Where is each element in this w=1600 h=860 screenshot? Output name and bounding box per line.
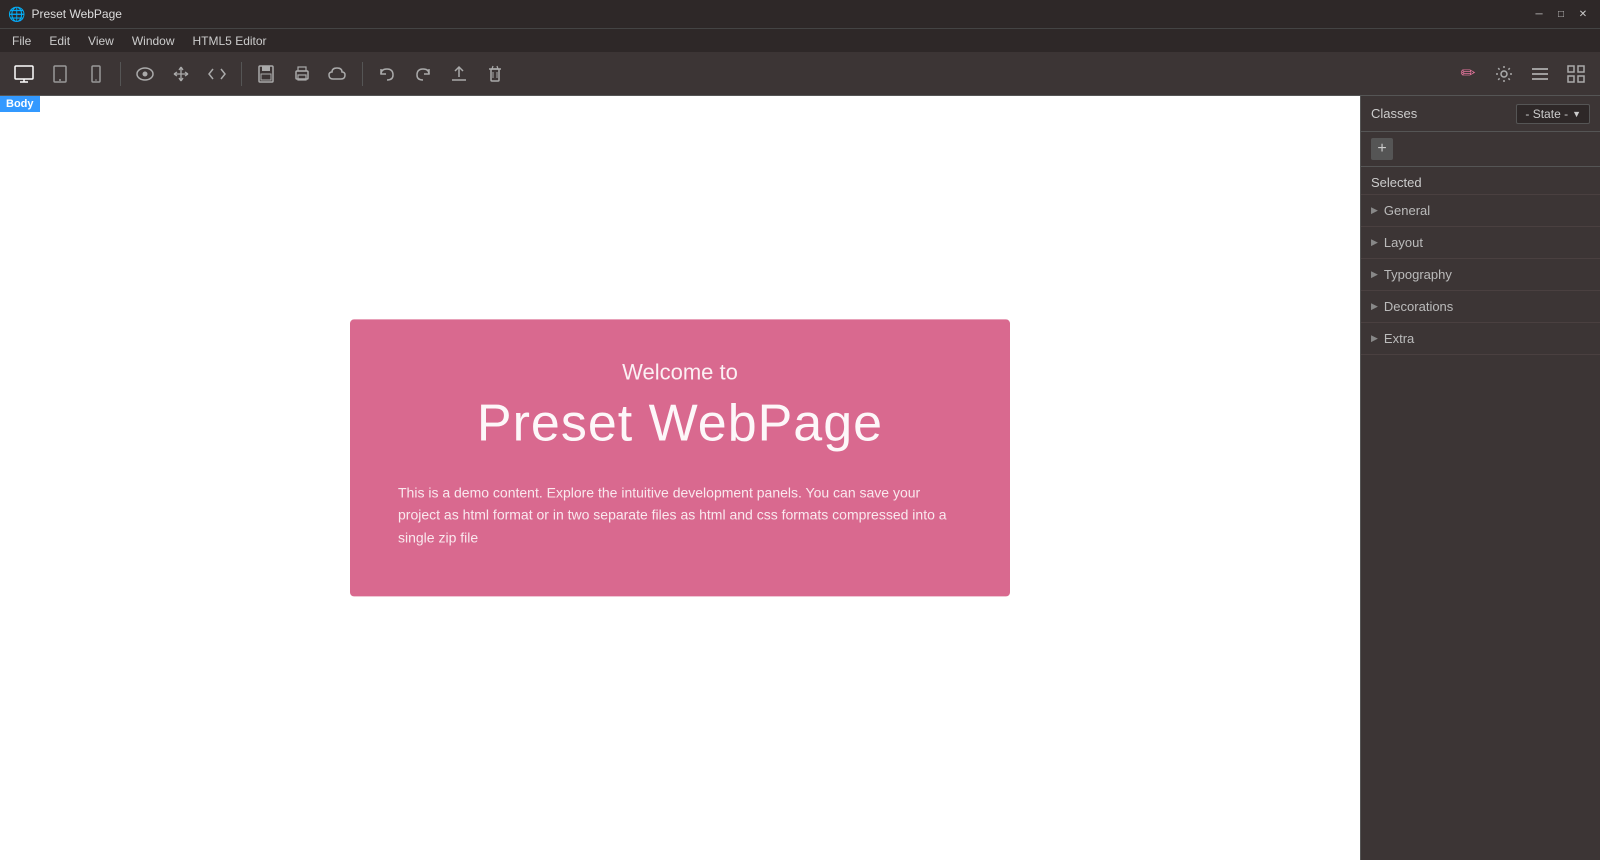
cloud-button[interactable] xyxy=(322,58,354,90)
main-layout: Body Welcome to Preset WebPage This is a… xyxy=(0,96,1600,860)
menu-html5editor[interactable]: HTML5 Editor xyxy=(185,32,275,50)
toolbar: ✏ xyxy=(0,52,1600,96)
decorations-arrow-icon: ▶ xyxy=(1371,301,1378,312)
app-title: Preset WebPage xyxy=(31,7,1524,21)
window-controls: ─ □ ✕ xyxy=(1530,6,1592,22)
canvas-area[interactable]: Body Welcome to Preset WebPage This is a… xyxy=(0,96,1360,860)
app-icon: 🌐 xyxy=(8,6,25,23)
code-button[interactable] xyxy=(201,58,233,90)
right-panel: Classes - State - ▼ + Selected ▶ General… xyxy=(1360,96,1600,860)
device-desktop-button[interactable] xyxy=(8,58,40,90)
menu-edit[interactable]: Edit xyxy=(41,32,78,50)
typography-label: Typography xyxy=(1384,267,1452,282)
general-arrow-icon: ▶ xyxy=(1371,205,1378,216)
prop-group-extra: ▶ Extra xyxy=(1361,323,1600,355)
menu-file[interactable]: File xyxy=(4,32,39,50)
move-button[interactable] xyxy=(165,58,197,90)
layout-label: Layout xyxy=(1384,235,1423,250)
titlebar: 🌐 Preset WebPage ─ □ ✕ xyxy=(0,0,1600,28)
undo-button[interactable] xyxy=(371,58,403,90)
toolbar-sep-1 xyxy=(120,62,121,86)
prop-group-decorations: ▶ Decorations xyxy=(1361,291,1600,323)
toolbar-sep-2 xyxy=(241,62,242,86)
extra-label: Extra xyxy=(1384,331,1414,346)
menu-window[interactable]: Window xyxy=(124,32,183,50)
device-tablet-button[interactable] xyxy=(44,58,76,90)
paint-button[interactable]: ✏ xyxy=(1452,58,1484,90)
general-label: General xyxy=(1384,203,1430,218)
class-name-input[interactable] xyxy=(1393,142,1590,156)
state-dropdown-button[interactable]: - State - ▼ xyxy=(1516,104,1590,124)
prop-group-layout: ▶ Layout xyxy=(1361,227,1600,259)
typography-arrow-icon: ▶ xyxy=(1371,269,1378,280)
prop-group-extra-header[interactable]: ▶ Extra xyxy=(1361,323,1600,354)
menubar: File Edit View Window HTML5 Editor xyxy=(0,28,1600,52)
extra-arrow-icon: ▶ xyxy=(1371,333,1378,344)
settings-button[interactable] xyxy=(1488,58,1520,90)
selected-section-label: Selected xyxy=(1361,167,1600,195)
layout-arrow-icon: ▶ xyxy=(1371,237,1378,248)
minimize-button[interactable]: ─ xyxy=(1530,6,1548,22)
preview-button[interactable] xyxy=(129,58,161,90)
prop-group-decorations-header[interactable]: ▶ Decorations xyxy=(1361,291,1600,322)
state-label: - State - xyxy=(1525,107,1568,121)
maximize-button[interactable]: □ xyxy=(1552,6,1570,22)
grid-button[interactable] xyxy=(1560,58,1592,90)
close-button[interactable]: ✕ xyxy=(1574,6,1592,22)
hamburger-menu-button[interactable] xyxy=(1524,58,1556,90)
prop-group-general-header[interactable]: ▶ General xyxy=(1361,195,1600,226)
demo-card: Welcome to Preset WebPage This is a demo… xyxy=(350,319,1010,596)
redo-button[interactable] xyxy=(407,58,439,90)
add-class-row: + xyxy=(1361,132,1600,167)
prop-group-general: ▶ General xyxy=(1361,195,1600,227)
print-button[interactable] xyxy=(286,58,318,90)
add-class-button[interactable]: + xyxy=(1371,138,1393,160)
prop-group-typography-header[interactable]: ▶ Typography xyxy=(1361,259,1600,290)
demo-title-text: Preset WebPage xyxy=(398,393,962,453)
save-file-button[interactable] xyxy=(250,58,282,90)
prop-group-typography: ▶ Typography xyxy=(1361,259,1600,291)
decorations-label: Decorations xyxy=(1384,299,1453,314)
demo-description-text: This is a demo content. Explore the intu… xyxy=(398,481,962,548)
menu-view[interactable]: View xyxy=(80,32,122,50)
classes-label: Classes xyxy=(1371,106,1417,121)
panel-header: Classes - State - ▼ xyxy=(1361,96,1600,132)
device-mobile-button[interactable] xyxy=(80,58,112,90)
delete-button[interactable] xyxy=(479,58,511,90)
prop-group-layout-header[interactable]: ▶ Layout xyxy=(1361,227,1600,258)
state-dropdown-icon: ▼ xyxy=(1572,109,1581,119)
demo-welcome-text: Welcome to xyxy=(398,359,962,385)
body-label: Body xyxy=(0,96,40,112)
upload-button[interactable] xyxy=(443,58,475,90)
toolbar-sep-3 xyxy=(362,62,363,86)
